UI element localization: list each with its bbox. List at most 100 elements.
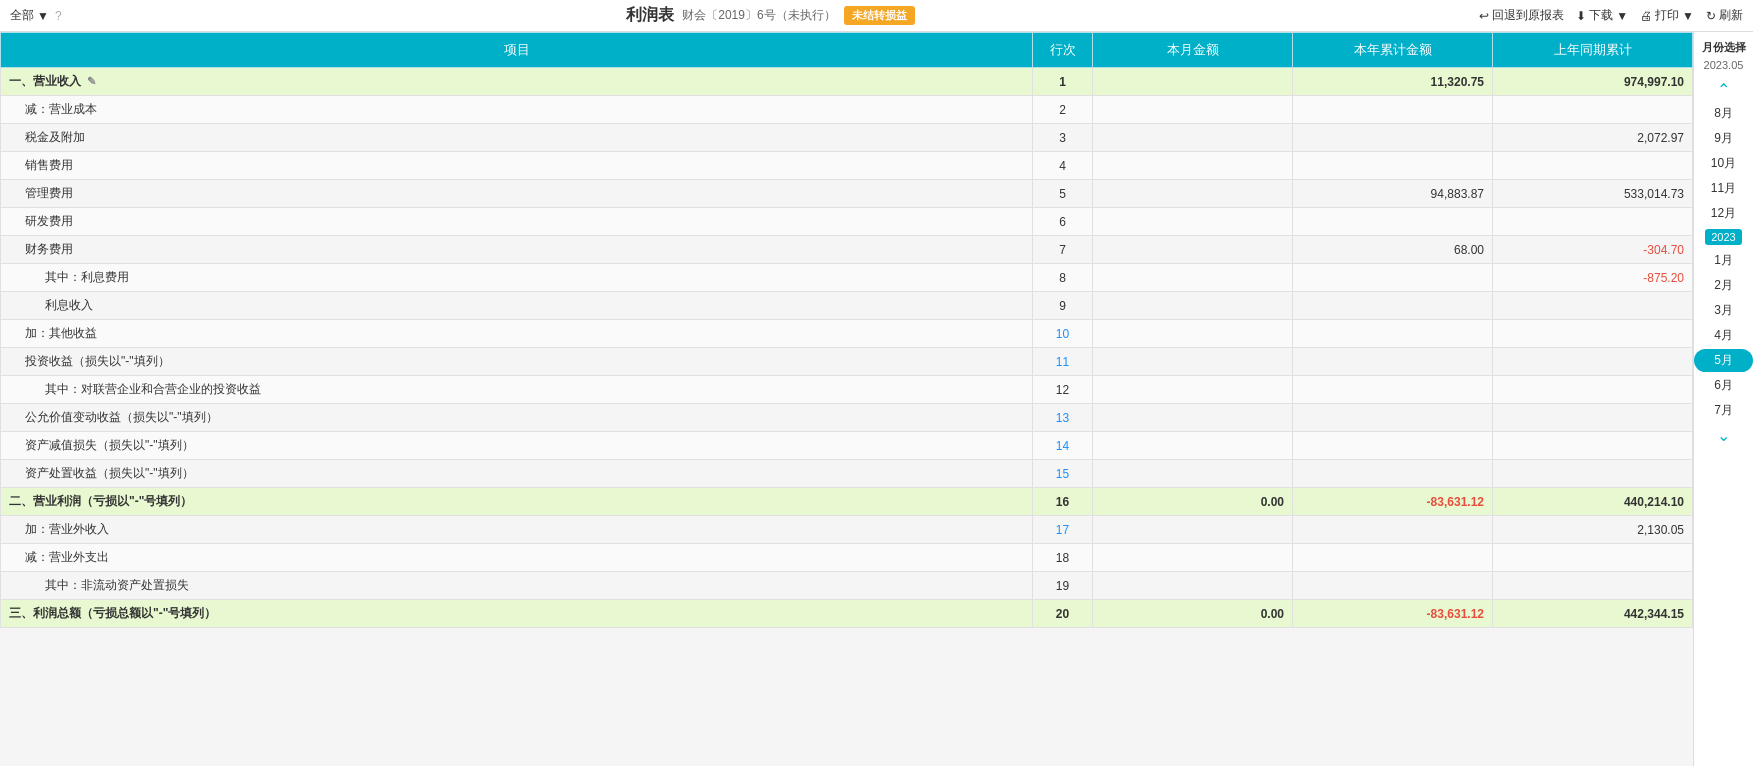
row-prev-14 [1493,460,1693,488]
scope-dropdown[interactable]: 全部 ▼ [10,7,49,24]
row-num-1: 2 [1033,96,1093,124]
download-chevron-icon: ▼ [1616,9,1628,23]
report-title: 利润表 [626,5,674,26]
sidebar-month-5[interactable]: 5月 [1694,349,1753,372]
sidebar-month-1[interactable]: 1月 [1694,249,1753,272]
sidebar-month-10[interactable]: 10月 [1694,152,1753,175]
top-bar-center: 利润表 财会〔2019〕6号（未执行） 未结转损益 [626,5,914,26]
row-item-9: 加：其他收益 [1,320,1033,348]
scroll-up-button[interactable]: ⌃ [1712,77,1736,101]
scroll-down-button[interactable]: ⌄ [1712,423,1736,447]
top-bar-actions: ↩ 回退到原报表 ⬇ 下载 ▼ 🖨 打印 ▼ ↻ 刷新 [1479,7,1743,24]
sidebar-month-3[interactable]: 3月 [1694,299,1753,322]
row-item-19: 三、利润总额（亏损总额以"-"号填列） [1,600,1033,628]
row-month-14 [1093,460,1293,488]
row-year-8 [1293,292,1493,320]
row-month-6 [1093,236,1293,264]
row-month-13 [1093,432,1293,460]
row-year-15: -83,631.12 [1293,488,1493,516]
row-item-18: 其中：非流动资产处置损失 [1,572,1033,600]
row-month-19: 0.00 [1093,600,1293,628]
row-item-4: 管理费用 [1,180,1033,208]
row-item-0: 一、营业收入✎ [1,68,1033,96]
print-button[interactable]: 🖨 打印 ▼ [1640,7,1694,24]
row-year-3 [1293,152,1493,180]
row-item-1: 减：营业成本 [1,96,1033,124]
report-table: 项目 行次 本月金额 本年累计金额 上年同期累计 一、营业收入✎111,320.… [0,32,1693,628]
row-month-7 [1093,264,1293,292]
print-chevron-icon: ▼ [1682,9,1694,23]
row-year-14 [1293,460,1493,488]
sidebar-month-4[interactable]: 4月 [1694,324,1753,347]
help-icon[interactable]: ? [55,9,62,23]
row-prev-0: 974,997.10 [1493,68,1693,96]
row-num-6: 7 [1033,236,1093,264]
sidebar-month-7[interactable]: 7月 [1694,399,1753,422]
row-prev-2: 2,072.97 [1493,124,1693,152]
row-num-12: 13 [1033,404,1093,432]
sidebar-month-9[interactable]: 9月 [1694,127,1753,150]
row-year-6: 68.00 [1293,236,1493,264]
row-year-4: 94,883.87 [1293,180,1493,208]
row-prev-17 [1493,544,1693,572]
row-num-15: 16 [1033,488,1093,516]
back-button[interactable]: ↩ 回退到原报表 [1479,7,1564,24]
row-item-8: 利息收入 [1,292,1033,320]
sidebar-month-11[interactable]: 11月 [1694,177,1753,200]
sidebar-month-12[interactable]: 12月 [1694,202,1753,225]
row-year-10 [1293,348,1493,376]
row-prev-15: 440,214.10 [1493,488,1693,516]
row-num-10: 11 [1033,348,1093,376]
sidebar-current-year-label: 2023 [1705,229,1741,245]
back-icon: ↩ [1479,9,1489,23]
row-year-11 [1293,376,1493,404]
refresh-icon: ↻ [1706,9,1716,23]
row-year-17 [1293,544,1493,572]
row-prev-3 [1493,152,1693,180]
row-month-0 [1093,68,1293,96]
row-prev-6: -304.70 [1493,236,1693,264]
row-item-6: 财务费用 [1,236,1033,264]
col-header-year: 本年累计金额 [1293,33,1493,68]
row-prev-19: 442,344.15 [1493,600,1693,628]
row-prev-12 [1493,404,1693,432]
row-item-16: 加：营业外收入 [1,516,1033,544]
row-item-13: 资产减值损失（损失以"-"填列） [1,432,1033,460]
row-month-5 [1093,208,1293,236]
row-year-12 [1293,404,1493,432]
row-year-2 [1293,124,1493,152]
download-button[interactable]: ⬇ 下载 ▼ [1576,7,1628,24]
row-item-15: 二、营业利润（亏损以"-"号填列） [1,488,1033,516]
row-item-11: 其中：对联营企业和合营企业的投资收益 [1,376,1033,404]
row-month-17 [1093,544,1293,572]
row-year-0: 11,320.75 [1293,68,1493,96]
row-item-5: 研发费用 [1,208,1033,236]
row-month-3 [1093,152,1293,180]
row-item-17: 减：营业外支出 [1,544,1033,572]
row-month-1 [1093,96,1293,124]
row-month-18 [1093,572,1293,600]
row-item-14: 资产处置收益（损失以"-"填列） [1,460,1033,488]
row-month-2 [1093,124,1293,152]
edit-icon[interactable]: ✎ [87,75,96,87]
row-item-2: 税金及附加 [1,124,1033,152]
row-prev-9 [1493,320,1693,348]
row-prev-5 [1493,208,1693,236]
row-month-11 [1093,376,1293,404]
row-month-15: 0.00 [1093,488,1293,516]
row-year-5 [1293,208,1493,236]
row-prev-11 [1493,376,1693,404]
row-prev-18 [1493,572,1693,600]
col-header-prev: 上年同期累计 [1493,33,1693,68]
row-num-4: 5 [1033,180,1093,208]
row-item-12: 公允价值变动收益（损失以"-"填列） [1,404,1033,432]
row-num-11: 12 [1033,376,1093,404]
row-year-19: -83,631.12 [1293,600,1493,628]
row-year-16 [1293,516,1493,544]
sidebar-month-6[interactable]: 6月 [1694,374,1753,397]
sidebar-month-2[interactable]: 2月 [1694,274,1753,297]
sidebar-title: 月份选择 [1702,40,1746,55]
sidebar-month-8[interactable]: 8月 [1694,102,1753,125]
row-month-10 [1093,348,1293,376]
refresh-button[interactable]: ↻ 刷新 [1706,7,1743,24]
